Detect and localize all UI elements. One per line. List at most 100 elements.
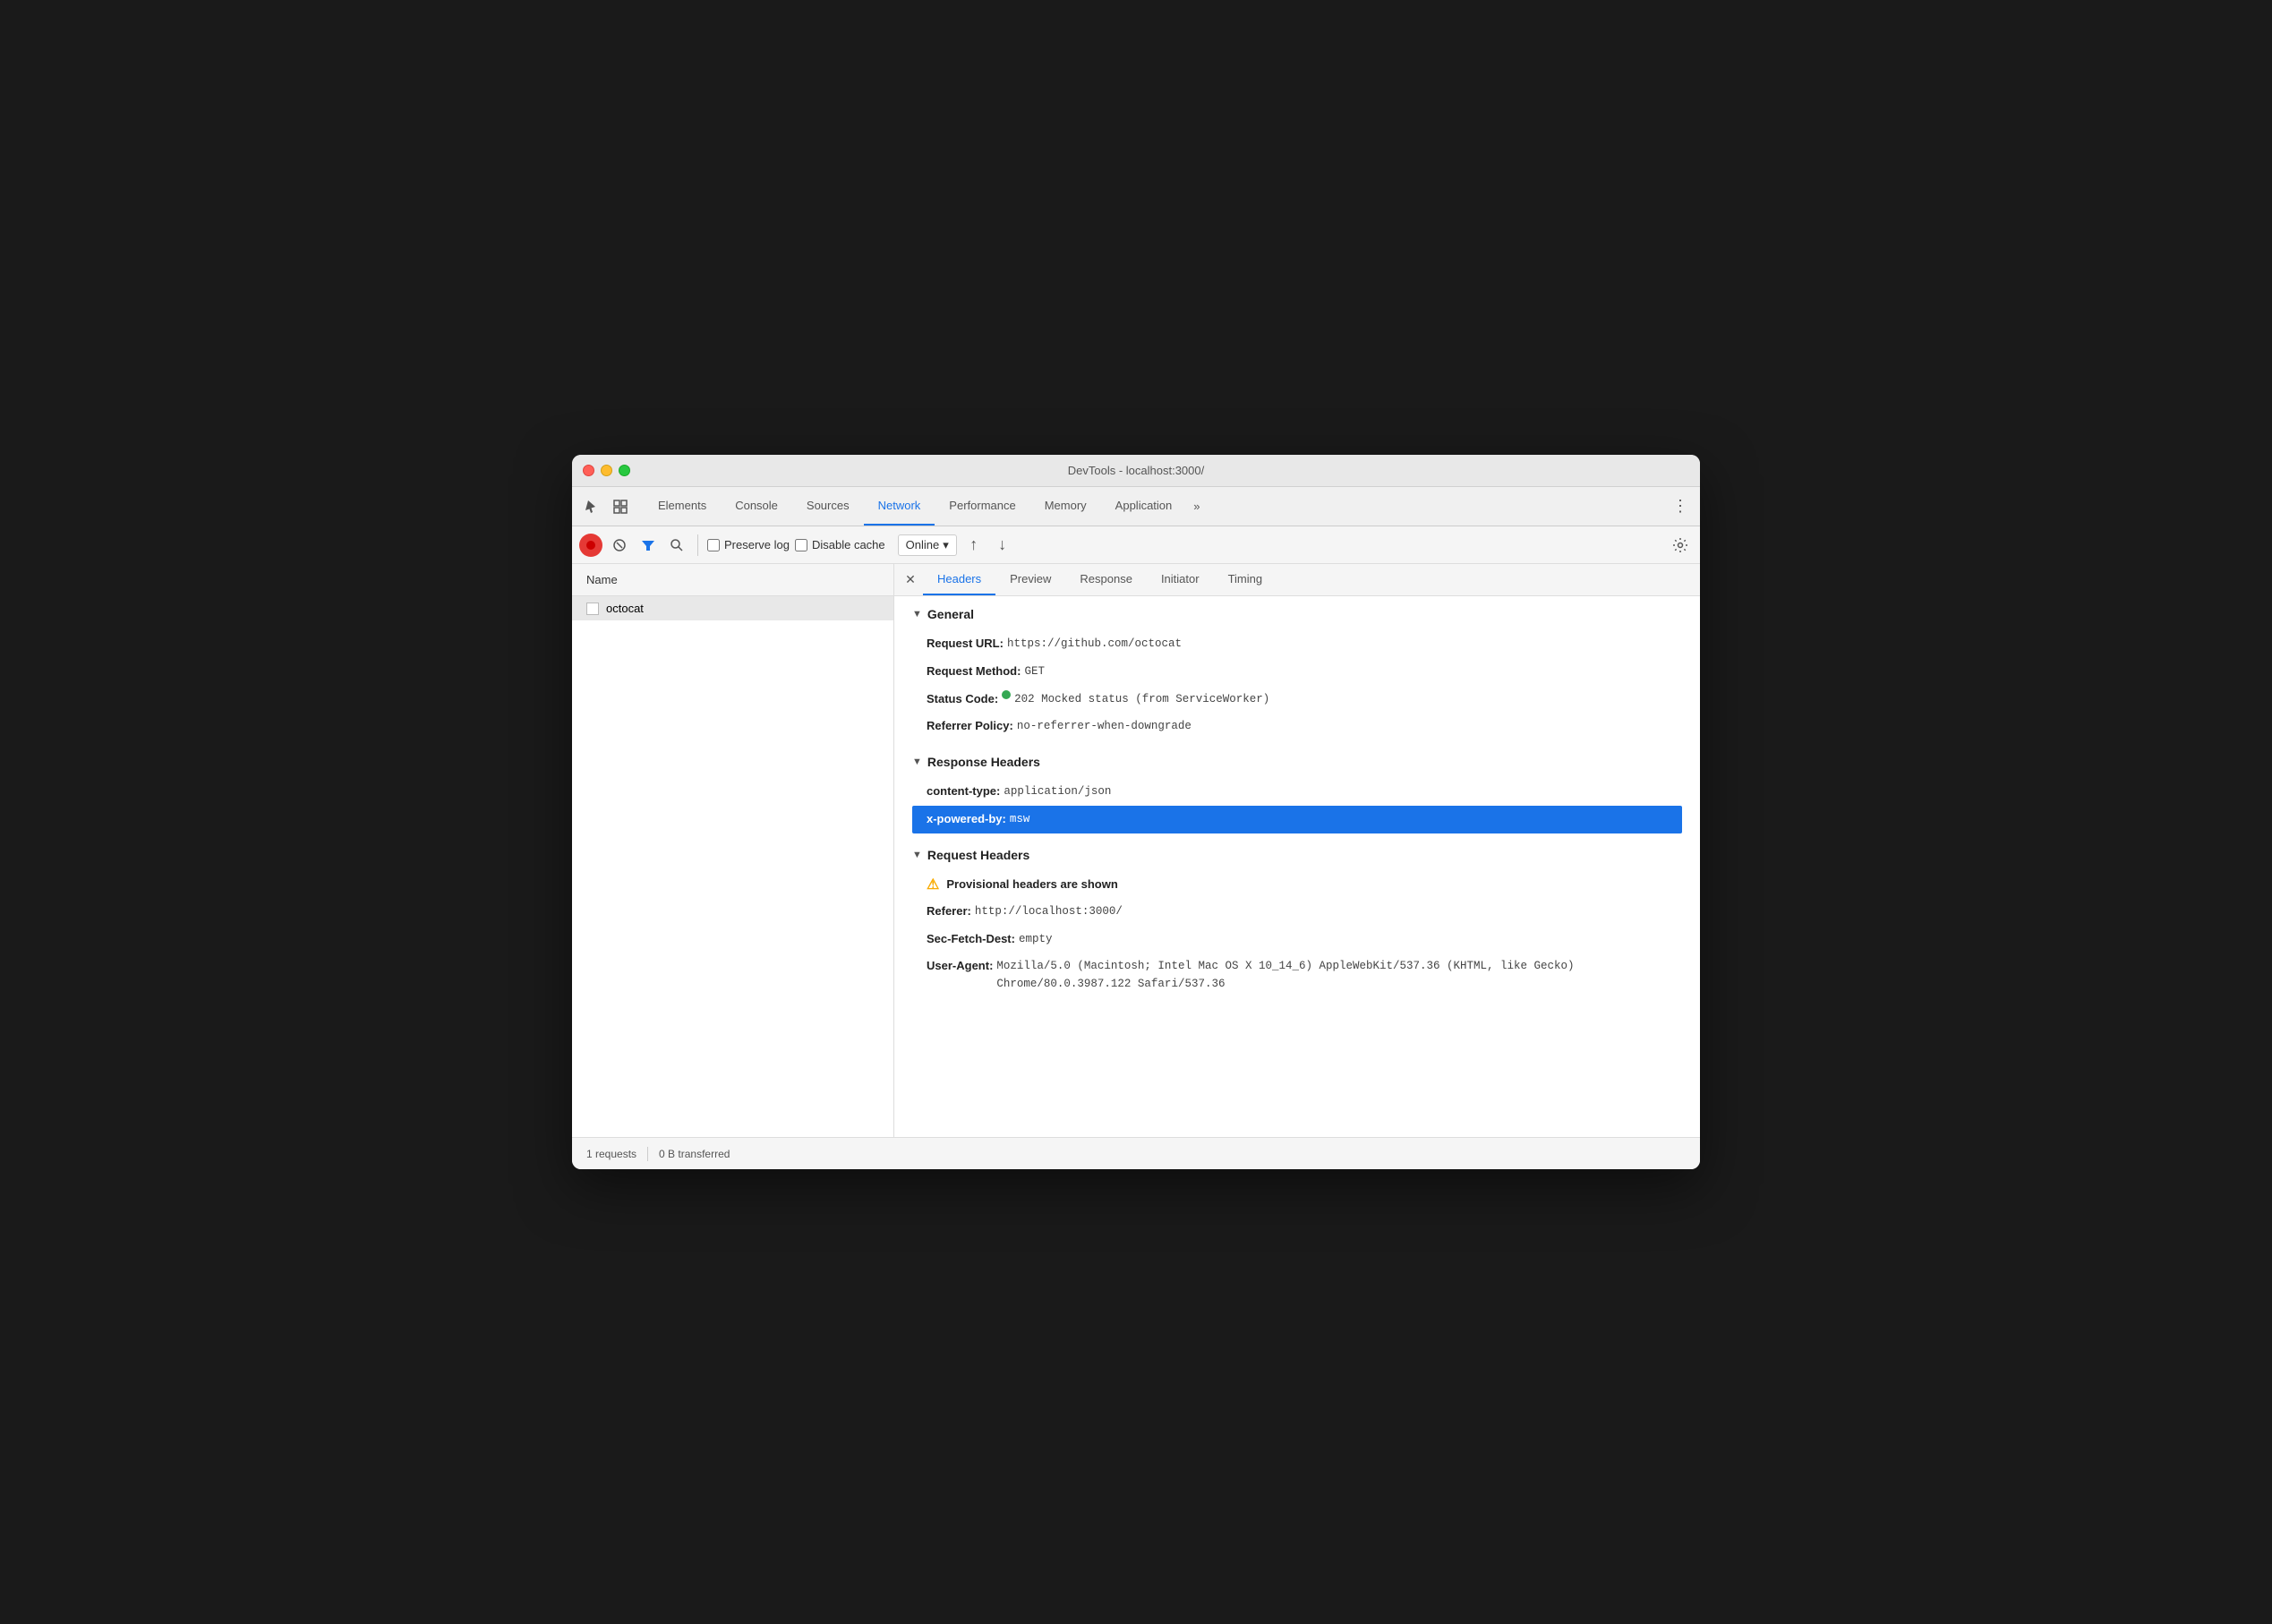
close-traffic-light[interactable] xyxy=(583,465,594,476)
tab-sources[interactable]: Sources xyxy=(792,487,864,526)
tab-response[interactable]: Response xyxy=(1065,564,1147,595)
tab-initiator[interactable]: Initiator xyxy=(1147,564,1214,595)
content-type-row[interactable]: content-type: application/json xyxy=(912,778,1682,806)
request-url-value: https://github.com/octocat xyxy=(1007,635,1182,654)
request-checkbox xyxy=(586,603,599,615)
referer-key: Referer: xyxy=(927,902,971,921)
preserve-log-label: Preserve log xyxy=(724,538,790,551)
tab-timing[interactable]: Timing xyxy=(1214,564,1277,595)
content-type-key: content-type: xyxy=(927,782,1000,801)
request-headers-section-title: Request Headers xyxy=(927,848,1029,862)
tab-network[interactable]: Network xyxy=(864,487,935,526)
tab-memory[interactable]: Memory xyxy=(1030,487,1101,526)
request-method-key: Request Method: xyxy=(927,662,1021,681)
referrer-policy-key: Referrer Policy: xyxy=(927,717,1013,736)
throttle-select[interactable]: Online ▾ xyxy=(898,534,957,556)
toolbar-divider-1 xyxy=(697,534,698,556)
status-divider xyxy=(647,1147,648,1161)
tab-performance[interactable]: Performance xyxy=(935,487,1029,526)
settings-button[interactable] xyxy=(1668,533,1693,558)
provisional-headers-text: Provisional headers are shown xyxy=(946,877,1117,891)
request-list: octocat xyxy=(572,596,893,1137)
tab-elements[interactable]: Elements xyxy=(644,487,721,526)
x-powered-by-key: x-powered-by: xyxy=(927,810,1006,829)
status-code-value: 202 Mocked status (from ServiceWorker) xyxy=(1014,690,1269,709)
name-column-header: Name xyxy=(572,564,893,596)
general-section: ▼ General Request URL: https://github.co… xyxy=(912,607,1682,740)
request-headers-triangle-icon: ▼ xyxy=(912,850,922,860)
more-tabs-button[interactable]: » xyxy=(1186,500,1207,513)
devtools-tab-bar: Elements Console Sources Network Perform… xyxy=(572,487,1700,526)
request-method-value: GET xyxy=(1024,662,1045,681)
request-name: octocat xyxy=(606,602,644,615)
window-title: DevTools - localhost:3000/ xyxy=(1068,464,1204,477)
warning-icon: ⚠ xyxy=(927,876,939,893)
request-item[interactable]: octocat xyxy=(572,596,893,620)
provisional-headers-warning: ⚠ Provisional headers are shown xyxy=(912,871,1682,898)
tab-console[interactable]: Console xyxy=(721,487,792,526)
request-headers-section-header[interactable]: ▼ Request Headers xyxy=(912,848,1682,862)
request-method-row: Request Method: GET xyxy=(912,658,1682,686)
status-dot-icon xyxy=(1002,690,1011,699)
status-code-row: Status Code: 202 Mocked status (from Ser… xyxy=(912,686,1682,714)
minimize-traffic-light[interactable] xyxy=(601,465,612,476)
sec-fetch-dest-key: Sec-Fetch-Dest: xyxy=(927,930,1015,949)
traffic-lights xyxy=(583,465,630,476)
user-agent-value: Mozilla/5.0 (Macintosh; Intel Mac OS X 1… xyxy=(996,957,1668,993)
response-headers-section-title: Response Headers xyxy=(927,755,1040,769)
devtools-window: DevTools - localhost:3000/ Elements Cons… xyxy=(572,455,1700,1169)
filter-button[interactable] xyxy=(636,534,660,557)
request-url-row: Request URL: https://github.com/octocat xyxy=(912,630,1682,658)
status-bar: 1 requests 0 B transferred xyxy=(572,1137,1700,1169)
export-button[interactable]: ↓ xyxy=(991,534,1014,557)
throttle-dropdown-icon: ▾ xyxy=(943,538,949,552)
preserve-log-checkbox-label[interactable]: Preserve log xyxy=(707,538,790,551)
general-section-title: General xyxy=(927,607,974,621)
devtools-icons xyxy=(579,494,633,519)
tab-preview[interactable]: Preview xyxy=(995,564,1065,595)
referer-row: Referer: http://localhost:3000/ xyxy=(912,898,1682,926)
preserve-log-checkbox[interactable] xyxy=(707,539,720,551)
inspect-icon[interactable] xyxy=(608,494,633,519)
request-headers-section: ▼ Request Headers ⚠ Provisional headers … xyxy=(912,848,1682,998)
import-button[interactable]: ↑ xyxy=(962,534,986,557)
request-url-key: Request URL: xyxy=(927,635,1004,654)
general-triangle-icon: ▼ xyxy=(912,609,922,620)
throttle-label: Online xyxy=(906,538,940,551)
disable-cache-checkbox[interactable] xyxy=(795,539,807,551)
main-tab-list: Elements Console Sources Network Perform… xyxy=(644,487,1668,526)
tab-headers[interactable]: Headers xyxy=(923,564,995,595)
user-agent-key: User-Agent: xyxy=(927,957,993,993)
close-detail-button[interactable]: ✕ xyxy=(898,568,923,593)
left-panel: Name octocat xyxy=(572,564,894,1137)
title-bar: DevTools - localhost:3000/ xyxy=(572,455,1700,487)
user-agent-row: User-Agent: Mozilla/5.0 (Macintosh; Inte… xyxy=(912,953,1682,997)
disable-cache-label: Disable cache xyxy=(812,538,885,551)
general-section-header[interactable]: ▼ General xyxy=(912,607,1682,621)
response-headers-section: ▼ Response Headers content-type: applica… xyxy=(912,755,1682,833)
requests-count: 1 requests xyxy=(586,1148,636,1160)
detail-tab-bar: ✕ Headers Preview Response Initiator Tim… xyxy=(894,564,1700,596)
response-headers-triangle-icon: ▼ xyxy=(912,756,922,767)
referer-value: http://localhost:3000/ xyxy=(975,902,1123,921)
sec-fetch-dest-row: Sec-Fetch-Dest: empty xyxy=(912,926,1682,953)
status-code-key: Status Code: xyxy=(927,690,998,709)
right-panel: ✕ Headers Preview Response Initiator Tim… xyxy=(894,564,1700,1137)
record-button[interactable] xyxy=(579,534,602,557)
referrer-policy-row: Referrer Policy: no-referrer-when-downgr… xyxy=(912,713,1682,740)
cursor-icon[interactable] xyxy=(579,494,604,519)
x-powered-by-value: msw xyxy=(1010,810,1030,829)
disable-cache-checkbox-label[interactable]: Disable cache xyxy=(795,538,885,551)
headers-content: ▼ General Request URL: https://github.co… xyxy=(894,596,1700,1137)
referrer-policy-value: no-referrer-when-downgrade xyxy=(1017,717,1192,736)
maximize-traffic-light[interactable] xyxy=(619,465,630,476)
search-button[interactable] xyxy=(665,534,688,557)
x-powered-by-row[interactable]: x-powered-by: msw xyxy=(912,806,1682,833)
tab-application[interactable]: Application xyxy=(1101,487,1187,526)
transferred-size: 0 B transferred xyxy=(659,1148,730,1160)
main-content: Name octocat ✕ Headers Preview Response … xyxy=(572,564,1700,1137)
clear-button[interactable] xyxy=(608,534,631,557)
devtools-menu-button[interactable]: ⋮ xyxy=(1668,494,1693,519)
response-headers-section-header[interactable]: ▼ Response Headers xyxy=(912,755,1682,769)
content-type-value: application/json xyxy=(1004,782,1111,801)
